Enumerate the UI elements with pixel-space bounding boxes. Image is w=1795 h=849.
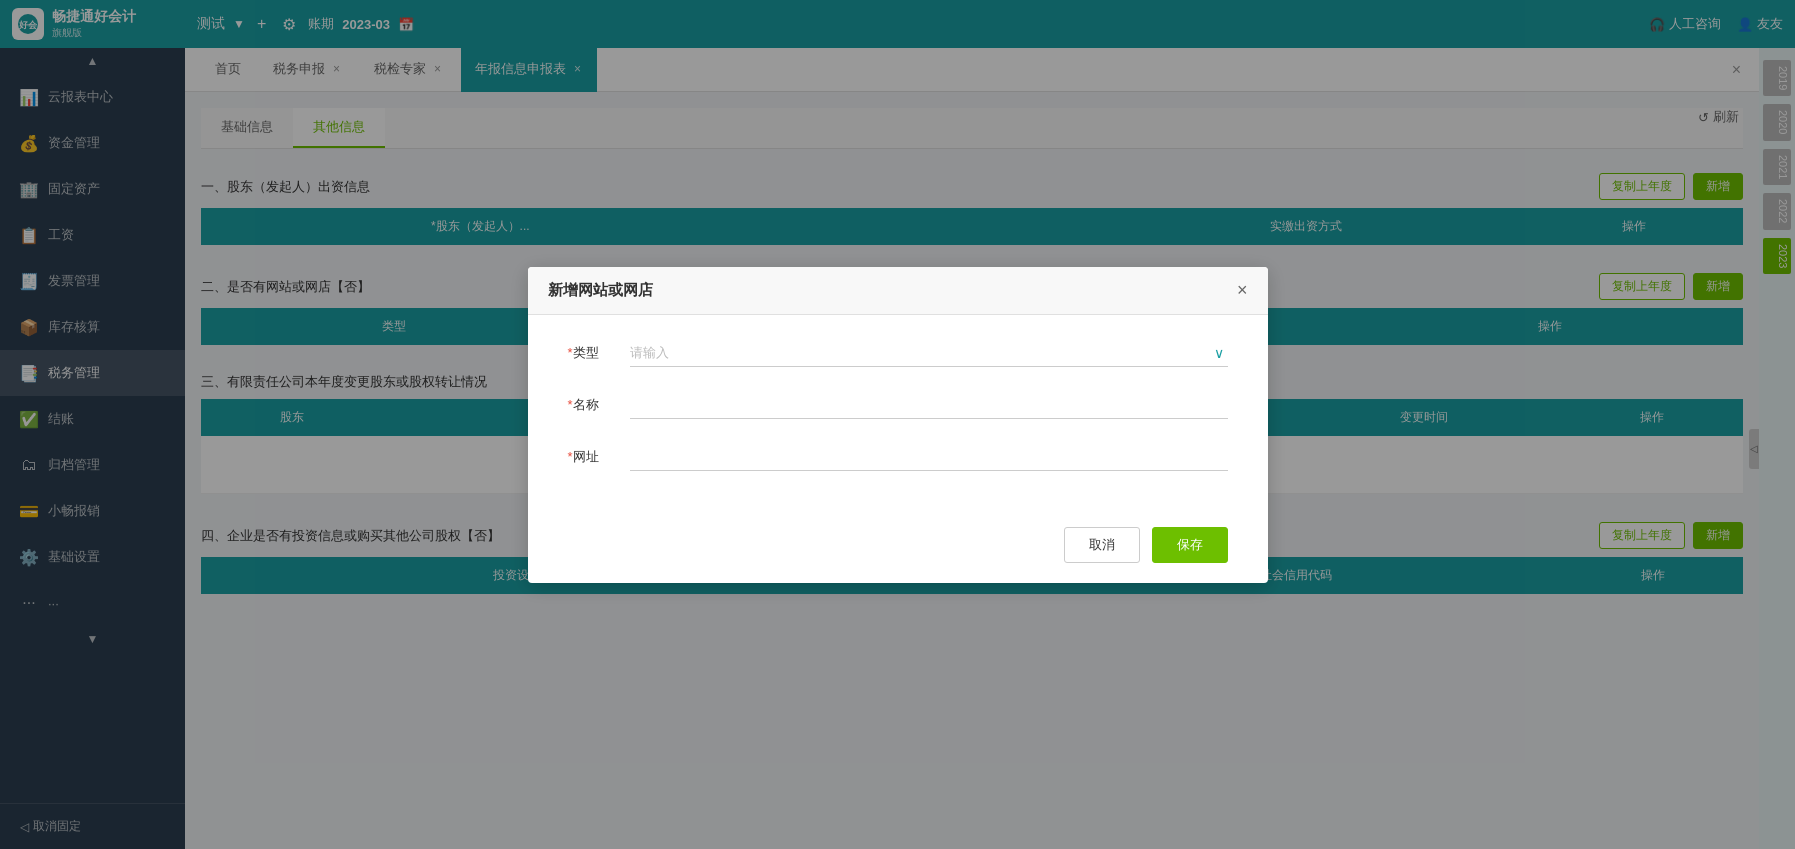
form-row-name: *名称: [568, 391, 1228, 419]
type-input-wrap: ∨: [630, 339, 1228, 367]
name-required: *: [568, 397, 573, 412]
type-label: *类型: [568, 344, 618, 362]
dialog-overlay[interactable]: 新增网站或网店 × *类型 ∨ *名称: [0, 0, 1795, 849]
dialog-title: 新增网站或网店: [548, 281, 653, 300]
form-row-type: *类型 ∨: [568, 339, 1228, 367]
type-required: *: [568, 345, 573, 360]
cancel-button[interactable]: 取消: [1064, 527, 1140, 563]
name-input-wrap: [630, 391, 1228, 419]
name-input[interactable]: [630, 391, 1228, 419]
form-row-url: *网址: [568, 443, 1228, 471]
url-label: *网址: [568, 448, 618, 466]
url-input[interactable]: [630, 443, 1228, 471]
type-input[interactable]: [630, 339, 1228, 367]
name-label: *名称: [568, 396, 618, 414]
dialog-add-website: 新增网站或网店 × *类型 ∨ *名称: [528, 267, 1268, 583]
dialog-body: *类型 ∨ *名称 *网址: [528, 315, 1268, 515]
url-input-wrap: [630, 443, 1228, 471]
dialog-header: 新增网站或网店 ×: [528, 267, 1268, 315]
save-button[interactable]: 保存: [1152, 527, 1228, 563]
dialog-footer: 取消 保存: [528, 515, 1268, 583]
url-required: *: [568, 449, 573, 464]
dialog-close-button[interactable]: ×: [1237, 281, 1248, 299]
